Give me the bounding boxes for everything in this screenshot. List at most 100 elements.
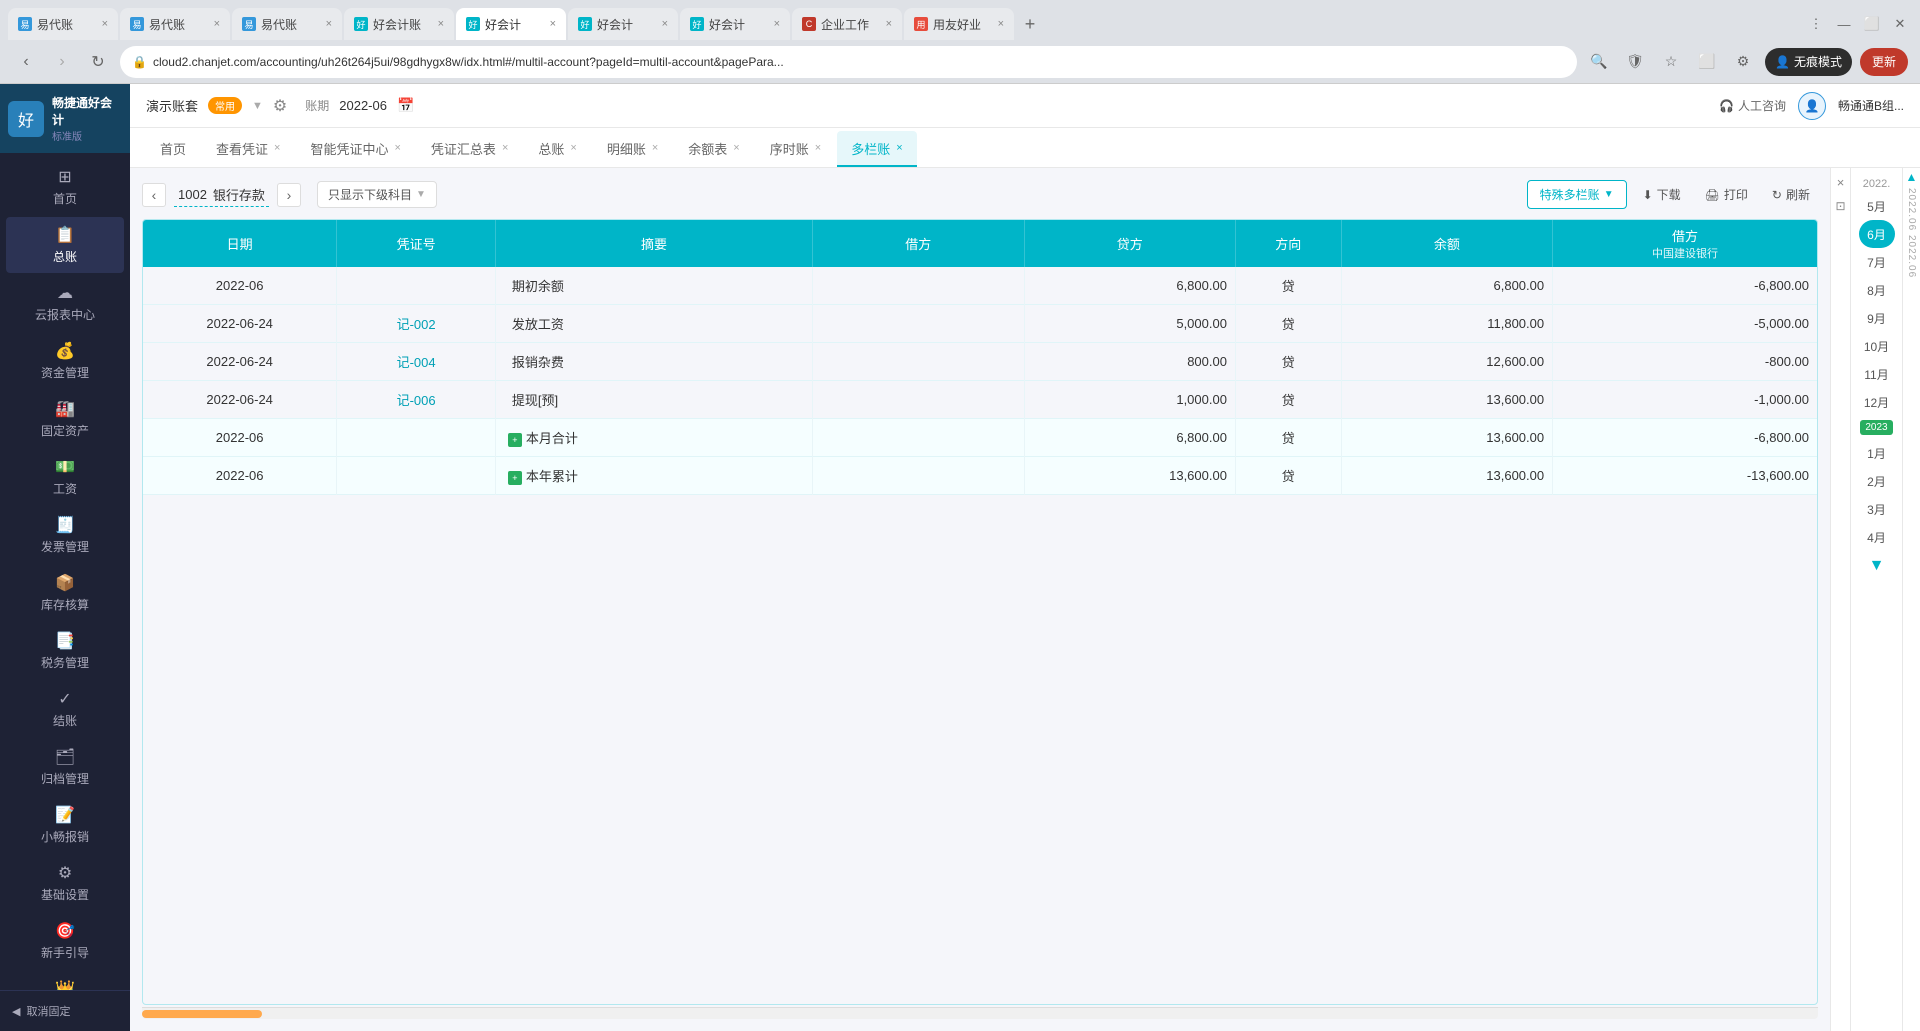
minimize-button[interactable]: — — [1832, 12, 1856, 36]
timeline-month-nov[interactable]: 11月 — [1858, 360, 1896, 388]
tab-8[interactable]: C 企业工作 × — [792, 8, 902, 40]
scroll-up-button[interactable]: ▲ — [1906, 170, 1918, 184]
tab-7-close[interactable]: × — [774, 18, 780, 30]
refresh-button[interactable]: ↻ 刷新 — [1764, 181, 1818, 208]
back-button[interactable]: ‹ — [12, 48, 40, 76]
timeline-month-dec[interactable]: 12月 — [1858, 388, 1896, 416]
cell-voucher-3[interactable]: 记-004 — [337, 343, 496, 381]
forward-button[interactable]: › — [48, 48, 76, 76]
settings-gear-icon[interactable]: ⚙ — [273, 96, 287, 116]
tab-4[interactable]: 好 好会计账 × — [344, 8, 454, 40]
tab-3-close[interactable]: × — [326, 18, 332, 30]
bookmark-icon[interactable]: ☆ — [1657, 48, 1685, 76]
download-button[interactable]: ⬇ 下载 — [1635, 181, 1689, 208]
sidebar-item-home[interactable]: ⊞ 首页 — [6, 159, 124, 215]
tab-6[interactable]: 好 好会计 × — [568, 8, 678, 40]
calendar-icon[interactable]: 📅 — [397, 97, 414, 114]
tab-journal[interactable]: 序时账 × — [756, 131, 835, 167]
close-panel-button[interactable]: × — [1831, 172, 1851, 192]
tab-view-voucher[interactable]: 查看凭证 × — [202, 131, 294, 167]
cell-voucher-4[interactable]: 记-006 — [337, 381, 496, 419]
tab-1-close[interactable]: × — [102, 18, 108, 30]
tab-smart-voucher[interactable]: 智能凭证中心 × — [296, 131, 414, 167]
sidebar-item-salary[interactable]: 💵 工资 — [6, 449, 124, 505]
tab-1[interactable]: 易 易代账 × — [8, 8, 118, 40]
tab-9-close[interactable]: × — [998, 18, 1004, 30]
expand-panel-button[interactable]: ⊡ — [1831, 196, 1851, 216]
timeline-month-sep[interactable]: 9月 — [1859, 304, 1895, 332]
horizontal-scrollbar[interactable] — [142, 1007, 1818, 1019]
sidebar-item-fund[interactable]: 💰 资金管理 — [6, 333, 124, 389]
tab-detail-ledger-close[interactable]: × — [652, 142, 658, 154]
tab-8-close[interactable]: × — [886, 18, 892, 30]
sidebar-item-inventory[interactable]: 📦 库存核算 — [6, 565, 124, 621]
maximize-button[interactable]: ⬜ — [1860, 12, 1884, 36]
tab-voucher-summary-close[interactable]: × — [502, 142, 508, 154]
sidebar-item-ledger[interactable]: 📋 总账 — [6, 217, 124, 273]
sidebar-item-member[interactable]: 👑 畅会员 — [6, 971, 124, 990]
sidebar-item-tax[interactable]: 📑 税务管理 — [6, 623, 124, 679]
timeline-month-apr[interactable]: 4月 — [1859, 523, 1895, 551]
tab-list-button[interactable]: ⋮ — [1804, 12, 1828, 36]
user-avatar[interactable]: 👤 — [1798, 92, 1826, 120]
extensions-icon[interactable]: ⚙ — [1729, 48, 1757, 76]
tab-6-close[interactable]: × — [662, 18, 668, 30]
collapse-pin-button[interactable]: ◀ 取消固定 — [8, 999, 122, 1023]
tab-multi-column-close[interactable]: × — [896, 142, 902, 154]
tab-balance-sheet[interactable]: 余额表 × — [674, 131, 753, 167]
account-badge-dropdown[interactable]: ▼ — [252, 100, 263, 112]
tab-9[interactable]: 用 用友好业 × — [904, 8, 1014, 40]
scroll-thumb[interactable] — [142, 1010, 262, 1018]
print-button[interactable]: 🖨 打印 — [1697, 181, 1756, 208]
search-icon[interactable]: 🔍 — [1585, 48, 1613, 76]
shield-icon[interactable]: 🛡 — [1621, 48, 1649, 76]
sidebar-item-archive[interactable]: 🗂 归档管理 — [6, 739, 124, 795]
timeline-month-jul[interactable]: 7月 — [1859, 248, 1895, 276]
consult-button[interactable]: 🎧 人工咨询 — [1719, 97, 1786, 114]
tab-2-close[interactable]: × — [214, 18, 220, 30]
next-account-button[interactable]: › — [277, 183, 301, 207]
tab-home[interactable]: 首页 — [146, 131, 200, 167]
tab-general-ledger-close[interactable]: × — [570, 142, 576, 154]
address-input[interactable]: 🔒 cloud2.chanjet.com/accounting/uh26t264… — [120, 46, 1577, 78]
special-multi-column-button[interactable]: 特殊多栏账 ▼ — [1527, 180, 1627, 209]
sidebar-item-cloud-report[interactable]: ☁ 云报表中心 — [6, 275, 124, 331]
tab-2[interactable]: 易 易代账 × — [120, 8, 230, 40]
sidebar-item-expense[interactable]: 📝 小畅报销 — [6, 797, 124, 853]
timeline-scroll-down-button[interactable]: ▼ — [1869, 557, 1885, 575]
sidebar-toggle-icon[interactable]: ⬜ — [1693, 48, 1721, 76]
sidebar-item-invoice[interactable]: 🧾 发票管理 — [6, 507, 124, 563]
tab-5-close[interactable]: × — [550, 18, 556, 30]
new-tab-button[interactable]: + — [1016, 10, 1044, 38]
filter-dropdown[interactable]: 只显示下级科目 ▼ — [317, 181, 437, 208]
timeline-month-oct[interactable]: 10月 — [1858, 332, 1896, 360]
tab-7[interactable]: 好 好会计 × — [680, 8, 790, 40]
tab-detail-ledger[interactable]: 明细账 × — [593, 131, 672, 167]
tab-4-close[interactable]: × — [438, 18, 444, 30]
sidebar-item-checkout[interactable]: ✓ 结账 — [6, 681, 124, 737]
timeline-month-jan[interactable]: 1月 — [1859, 439, 1895, 467]
update-button[interactable]: 更新 — [1860, 48, 1908, 76]
profile-button[interactable]: 👤 无痕模式 — [1765, 48, 1852, 76]
sidebar-item-settings[interactable]: ⚙ 基础设置 — [6, 855, 124, 911]
tab-5[interactable]: 好 好会计 × — [456, 8, 566, 40]
sidebar-item-guide[interactable]: 🎯 新手引导 — [6, 913, 124, 969]
tab-multi-column[interactable]: 多栏账 × — [837, 131, 916, 167]
tab-view-voucher-close[interactable]: × — [274, 142, 280, 154]
close-window-button[interactable]: ✕ — [1888, 12, 1912, 36]
tab-smart-voucher-close[interactable]: × — [394, 142, 400, 154]
sidebar-item-fixed-assets[interactable]: 🏭 固定资产 — [6, 391, 124, 447]
timeline-month-mar[interactable]: 3月 — [1859, 495, 1895, 523]
prev-account-button[interactable]: ‹ — [142, 183, 166, 207]
tab-balance-sheet-close[interactable]: × — [733, 142, 739, 154]
tab-general-ledger[interactable]: 总账 × — [524, 131, 590, 167]
tab-journal-close[interactable]: × — [815, 142, 821, 154]
cell-voucher-2[interactable]: 记-002 — [337, 305, 496, 343]
tab-voucher-summary[interactable]: 凭证汇总表 × — [417, 131, 522, 167]
tab-3[interactable]: 易 易代账 × — [232, 8, 342, 40]
timeline-month-aug[interactable]: 8月 — [1859, 276, 1895, 304]
timeline-month-may[interactable]: 5月 — [1859, 192, 1895, 220]
timeline-month-jun[interactable]: 6月 — [1859, 220, 1895, 248]
timeline-month-feb[interactable]: 2月 — [1859, 467, 1895, 495]
reload-button[interactable]: ↻ — [84, 48, 112, 76]
